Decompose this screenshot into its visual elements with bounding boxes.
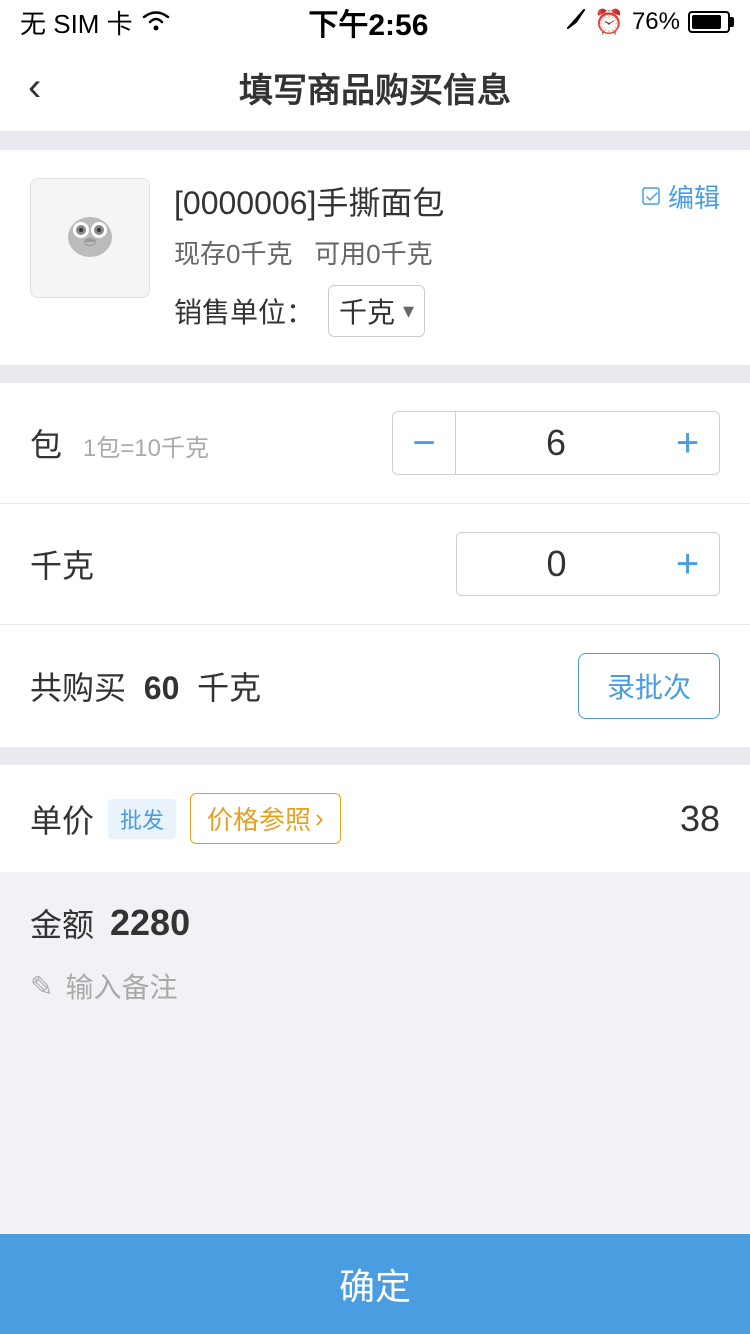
note-row[interactable]: ✎ 输入备注 <box>30 966 720 1006</box>
status-left: 无 SIM 卡 <box>20 4 171 41</box>
price-ref-button[interactable]: 价格参照 › <box>190 793 341 844</box>
kg-input-row: 千克 + <box>0 504 750 625</box>
bag-quantity-control: − + <box>392 411 720 475</box>
content-fill <box>0 1022 750 1234</box>
product-logo-icon <box>55 202 125 274</box>
amount-label: 金额 <box>30 900 94 946</box>
product-card: [0000006]手撕面包 编辑 现存0千克 可用0千克 销售单位： 千克 ▾ <box>0 150 750 365</box>
total-value: 60 <box>144 670 180 706</box>
chevron-right-icon: › <box>315 803 324 834</box>
status-time: 下午2:56 <box>308 0 428 44</box>
unit-value: 千克 <box>339 291 395 331</box>
nav-bar: ‹ 填写商品购买信息 <box>0 44 750 132</box>
bag-quantity-input[interactable] <box>456 411 656 475</box>
batch-record-button[interactable]: 录批次 <box>578 653 720 719</box>
middle-divider <box>0 365 750 383</box>
unit-select[interactable]: 千克 ▾ <box>328 285 425 337</box>
stock-text: 现存0千克 <box>174 239 292 269</box>
price-section: 单价 批发 价格参照 › 38 <box>0 765 750 872</box>
kg-plus-icon: + <box>676 542 699 587</box>
product-unit-row: 销售单位： 千克 ▾ <box>174 285 720 337</box>
bag-hint: 1包=10千克 <box>83 435 209 462</box>
status-right: ⏰ 76% <box>566 8 730 37</box>
amount-value: 2280 <box>110 902 190 944</box>
status-bar: 无 SIM 卡 下午2:56 ⏰ 76% <box>0 0 750 44</box>
kg-quantity-input[interactable] <box>456 532 656 596</box>
price-label: 单价 <box>30 796 94 842</box>
carrier-text: 无 SIM 卡 <box>20 4 133 41</box>
battery-icon <box>688 11 730 33</box>
product-stock: 现存0千克 可用0千克 <box>174 234 720 271</box>
kg-quantity-control: + <box>456 532 720 596</box>
product-image <box>30 178 150 298</box>
note-placeholder: 输入备注 <box>65 966 177 1006</box>
kg-label: 千克 <box>30 541 456 587</box>
bag-plus-button[interactable]: + <box>656 411 720 475</box>
product-info: [0000006]手撕面包 编辑 现存0千克 可用0千克 销售单位： 千克 ▾ <box>174 178 720 337</box>
battery-text: 76% <box>632 8 680 36</box>
kg-plus-button[interactable]: + <box>656 532 720 596</box>
price-ref-label: 价格参照 <box>207 800 311 837</box>
top-divider <box>0 132 750 150</box>
bag-minus-button[interactable]: − <box>392 411 456 475</box>
confirm-button[interactable]: 确定 <box>0 1234 750 1334</box>
available-text: 可用0千克 <box>314 239 432 269</box>
bag-input-row: 包 1包=10千克 − + <box>0 383 750 504</box>
price-row: 单价 批发 价格参照 › 38 <box>30 793 720 844</box>
chevron-down-icon: ▾ <box>403 298 414 324</box>
plus-icon: + <box>676 421 699 466</box>
bag-label: 包 1包=10千克 <box>30 420 392 466</box>
minus-icon: − <box>412 421 435 466</box>
edit-link[interactable]: 编辑 <box>640 178 720 215</box>
total-text: 共购买 60 千克 <box>30 663 261 709</box>
price-left: 单价 批发 价格参照 › <box>30 793 341 844</box>
product-name: [0000006]手撕面包 <box>174 178 444 224</box>
pencil-icon: ✎ <box>30 970 53 1003</box>
price-value: 38 <box>680 798 720 840</box>
product-header: [0000006]手撕面包 编辑 <box>174 178 720 224</box>
section-divider <box>0 747 750 765</box>
batch-tag: 批发 <box>108 799 176 839</box>
amount-row: 金额 2280 <box>30 900 720 946</box>
alarm-icon: ⏰ <box>594 8 624 37</box>
total-row: 共购买 60 千克 录批次 <box>0 625 750 747</box>
page-title: 填写商品购买信息 <box>239 63 511 112</box>
location-icon <box>566 8 586 37</box>
edit-label: 编辑 <box>668 178 720 215</box>
input-section: 包 1包=10千克 − + 千克 + <box>0 383 750 625</box>
unit-label: 销售单位： <box>174 291 314 331</box>
wifi-icon <box>141 7 171 38</box>
back-button[interactable]: ‹ <box>28 65 41 110</box>
amount-section: 金额 2280 ✎ 输入备注 <box>0 872 750 1022</box>
